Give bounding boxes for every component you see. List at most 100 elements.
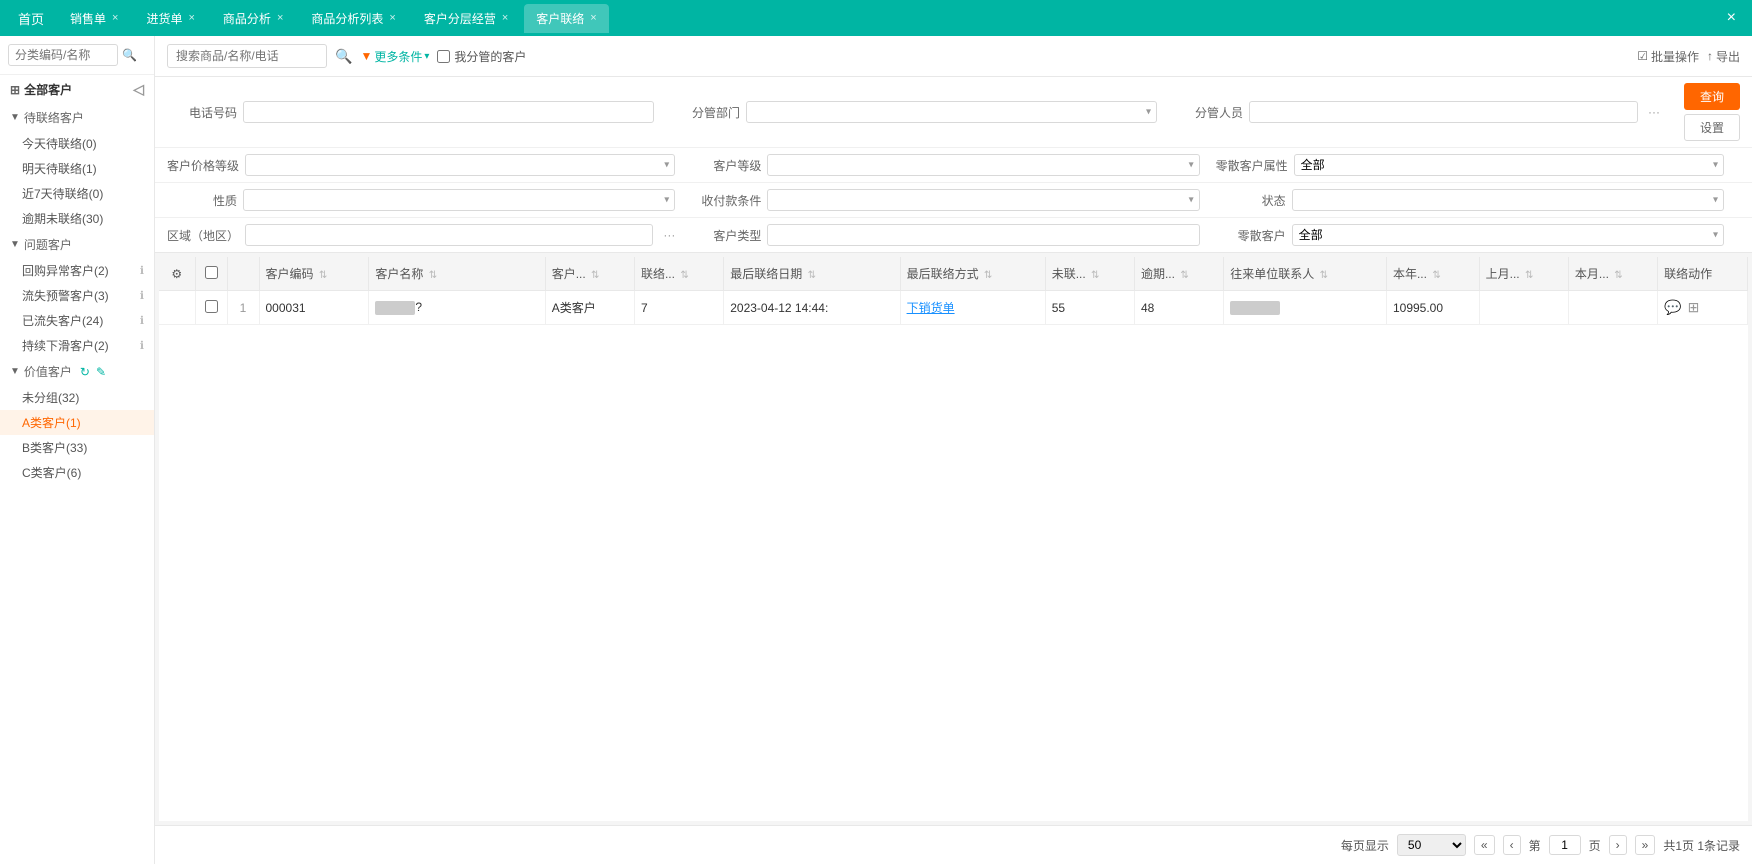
sidebar-item-today[interactable]: 今天待联络(0) — [0, 131, 154, 156]
nav-home[interactable]: 首页 — [8, 3, 54, 34]
per-page-select[interactable]: 50 100 200 — [1397, 834, 1466, 856]
price-level-select[interactable] — [245, 154, 675, 176]
filter-search-icon[interactable]: 🔍 — [335, 48, 352, 65]
app-close-button[interactable]: × — [1719, 5, 1744, 31]
sidebar-item-class-c[interactable]: C类客户(6) — [0, 460, 154, 485]
query-button[interactable]: 查询 — [1684, 83, 1740, 110]
pending-contact-group[interactable]: ▼ 待联络客户 — [0, 104, 154, 131]
sidebar-item-overdue[interactable]: 逾期未联络(30) — [0, 206, 154, 231]
close-analysis-list-tab[interactable]: × — [389, 12, 395, 24]
prev-page-btn[interactable]: ‹ — [1503, 835, 1521, 855]
close-purchase-tab[interactable]: × — [188, 12, 194, 24]
col-last-month[interactable]: 上月... ⇅ — [1479, 257, 1568, 291]
filter-funnel-icon: ▼ — [360, 49, 372, 63]
close-sales-tab[interactable]: × — [112, 12, 118, 24]
close-analysis-tab[interactable]: × — [277, 12, 283, 24]
col-settings[interactable]: ⚙ — [159, 257, 195, 291]
filter-cell-customer-type: 客户类型 — [691, 224, 1215, 246]
all-customers-header[interactable]: ⊞ 全部客户 ◁ — [0, 75, 154, 104]
row-overdue: 48 — [1134, 291, 1223, 325]
grid-action-icon[interactable]: ⊞ — [1688, 299, 1700, 316]
sidebar-item-churn-warning[interactable]: 流失预警客户(3) ℹ — [0, 283, 154, 308]
status-select[interactable] — [1292, 189, 1724, 211]
page-suffix: 页 — [1589, 837, 1601, 854]
dept-select[interactable] — [746, 101, 1157, 123]
row-checkbox[interactable] — [205, 300, 218, 313]
sidebar-item-repurchase-abnormal[interactable]: 回购异常客户(2) ℹ — [0, 258, 154, 283]
contact-method-link[interactable]: 下销货单 — [907, 301, 955, 315]
col-name[interactable]: 客户名称 ⇅ — [369, 257, 545, 291]
col-code[interactable]: 客户编码 ⇅ — [259, 257, 369, 291]
sidebar-search-icon[interactable]: 🔍 — [122, 48, 137, 62]
col-last-contact-method[interactable]: 最后联络方式 ⇅ — [900, 257, 1045, 291]
collapse-icon[interactable]: ◁ — [133, 81, 144, 98]
sidebar-item-churned[interactable]: 已流失客户(24) ℹ — [0, 308, 154, 333]
scatter-customer-select[interactable]: 全部 — [1292, 224, 1724, 246]
last-page-btn[interactable]: » — [1635, 835, 1656, 855]
scatter-attr-select[interactable]: 全部 — [1294, 154, 1724, 176]
row-last-contact-method[interactable]: 下销货单 — [900, 291, 1045, 325]
sidebar-item-class-a[interactable]: A类客户(1) — [0, 410, 154, 435]
row-code[interactable]: 000031 — [259, 291, 369, 325]
customer-type-label: 客户类型 — [691, 227, 761, 244]
payment-select[interactable] — [767, 189, 1199, 211]
table-container: ⚙ 客户编码 ⇅ 客户名称 ⇅ — [159, 257, 1748, 821]
value-customers-group[interactable]: ▼ 价值客户 ↻ ✎ — [0, 358, 154, 385]
nav-tab-purchase[interactable]: 进货单 × — [134, 4, 206, 33]
col-checkbox[interactable] — [195, 257, 227, 291]
grid-icon: ⊞ — [10, 83, 20, 97]
nav-tab-customer-contact[interactable]: 客户联络 × — [524, 4, 608, 33]
refresh-icon[interactable]: ↻ — [80, 365, 90, 379]
first-page-btn[interactable]: « — [1474, 835, 1495, 855]
col-this-year[interactable]: 本年... ⇅ — [1386, 257, 1479, 291]
col-no-contact[interactable]: 未联... ⇅ — [1045, 257, 1134, 291]
nav-tab-sales[interactable]: 销售单 × — [58, 4, 130, 33]
select-all-checkbox[interactable] — [205, 266, 218, 279]
region-dots-btn[interactable]: ··· — [663, 228, 675, 242]
filter-search-input[interactable] — [167, 44, 327, 68]
region-input[interactable] — [245, 224, 653, 246]
export-btn[interactable]: ↑ 导出 — [1707, 48, 1740, 65]
page-input[interactable] — [1549, 835, 1581, 855]
filter-form: 电话号码 分管部门 ▾ 分管人员 ··· — [155, 77, 1752, 253]
close-segment-tab[interactable]: × — [502, 12, 508, 24]
pending-contact-label: 待联络客户 — [24, 109, 84, 126]
manager-dots-btn[interactable]: ··· — [1648, 105, 1660, 119]
next-page-btn[interactable]: › — [1609, 835, 1627, 855]
sidebar-item-7days[interactable]: 近7天待联络(0) — [0, 181, 154, 206]
per-page-label: 每页显示 — [1341, 837, 1389, 854]
row-name: ? — [369, 291, 545, 325]
my-customers-check[interactable] — [437, 50, 450, 63]
col-this-month[interactable]: 本月... ⇅ — [1568, 257, 1657, 291]
nav-tab-analysis-list[interactable]: 商品分析列表 × — [299, 4, 407, 33]
chat-icon[interactable]: 💬 — [1664, 299, 1681, 316]
filter-cell-payment: 收付款条件 ▾ — [691, 189, 1215, 211]
sidebar-item-declining[interactable]: 持续下滑客户(2) ℹ — [0, 333, 154, 358]
filter-bar: 🔍 ▼ 更多条件 ▾ 我分管的客户 ☑ 批量操作 ↑ 导出 — [155, 36, 1752, 77]
more-conditions-btn[interactable]: ▼ 更多条件 ▾ — [360, 48, 429, 65]
nature-select[interactable] — [243, 189, 675, 211]
sort-contact-icon: ⇅ — [680, 270, 688, 281]
nav-tab-customer-segment[interactable]: 客户分层经营 × — [412, 4, 520, 33]
col-overdue[interactable]: 逾期... ⇅ — [1134, 257, 1223, 291]
nav-tab-analysis[interactable]: 商品分析 × — [211, 4, 295, 33]
phone-input[interactable] — [243, 101, 654, 123]
row-checkbox-cell[interactable] — [195, 291, 227, 325]
col-last-contact-date[interactable]: 最后联络日期 ⇅ — [724, 257, 900, 291]
batch-ops-btn[interactable]: ☑ 批量操作 — [1637, 48, 1699, 65]
col-contact-count[interactable]: 联络... ⇅ — [634, 257, 723, 291]
sidebar-search-input[interactable] — [8, 44, 118, 66]
close-contact-tab[interactable]: × — [590, 12, 596, 24]
col-unit-contact[interactable]: 往来单位联系人 ⇅ — [1224, 257, 1387, 291]
problem-customers-group[interactable]: ▼ 问题客户 — [0, 231, 154, 258]
my-customers-checkbox[interactable]: 我分管的客户 — [437, 48, 526, 65]
manager-input[interactable] — [1249, 101, 1638, 123]
sidebar-item-class-b[interactable]: B类客户(33) — [0, 435, 154, 460]
sidebar-item-unclassified[interactable]: 未分组(32) — [0, 385, 154, 410]
col-customer-type[interactable]: 客户... ⇅ — [545, 257, 634, 291]
setting-button[interactable]: 设置 — [1684, 114, 1740, 141]
edit-icon[interactable]: ✎ — [96, 365, 106, 379]
sidebar-item-tomorrow[interactable]: 明天待联络(1) — [0, 156, 154, 181]
customer-level-select[interactable] — [767, 154, 1199, 176]
customer-type-input[interactable] — [767, 224, 1199, 246]
